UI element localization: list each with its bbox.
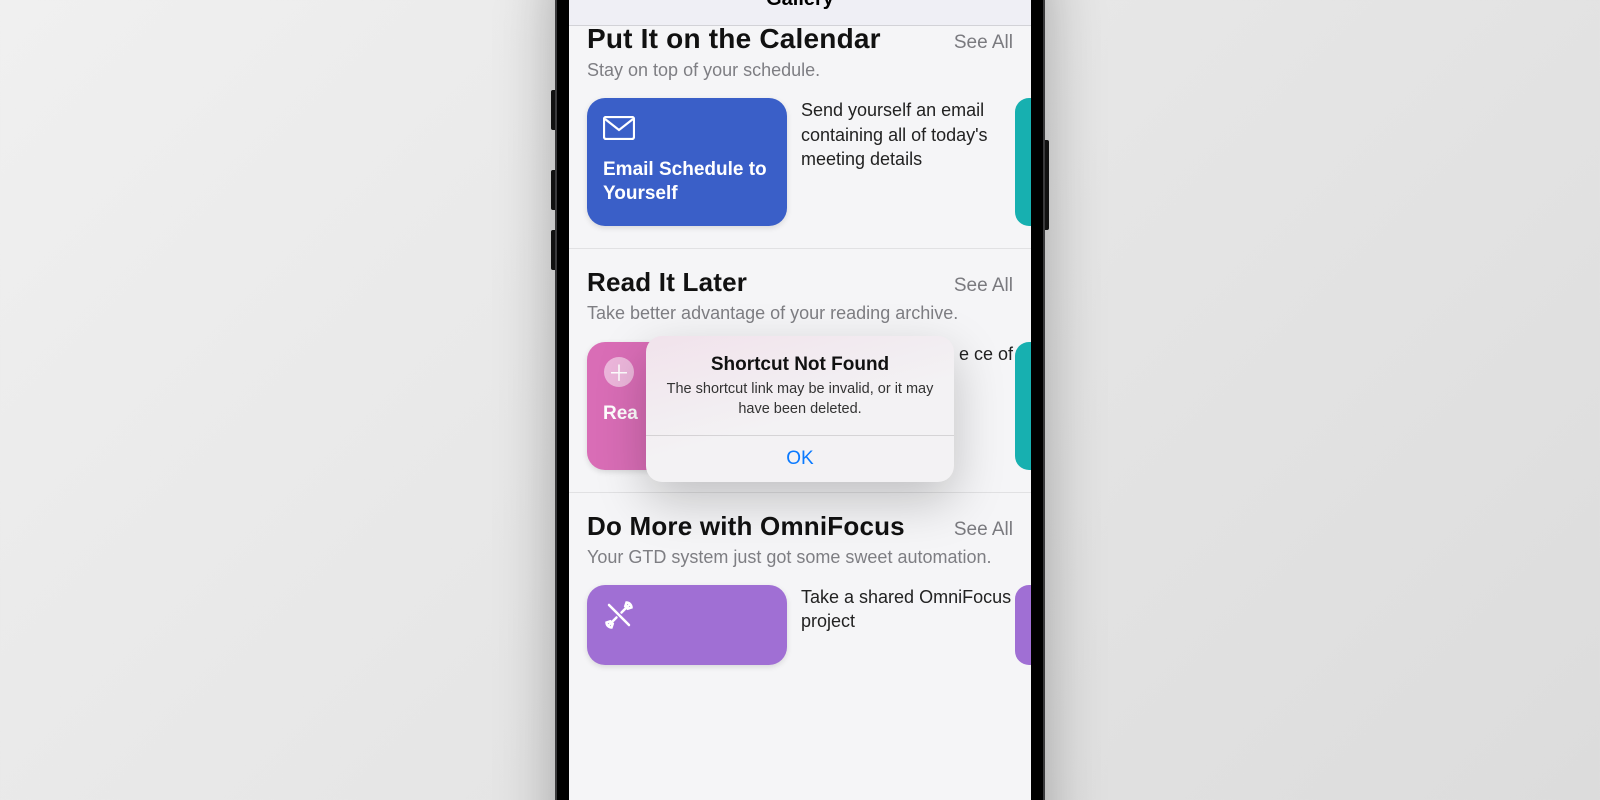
phone-frame: 10:29 Gallery Put It on the Cal [555,0,1045,800]
screen: 10:29 Gallery Put It on the Cal [569,0,1031,800]
alert-ok-button[interactable]: OK [646,435,954,482]
alert-title: Shortcut Not Found [664,354,936,376]
alert-message: The shortcut link may be invalid, or it … [664,380,936,419]
alert-dialog: Shortcut Not Found The shortcut link may… [646,336,954,482]
